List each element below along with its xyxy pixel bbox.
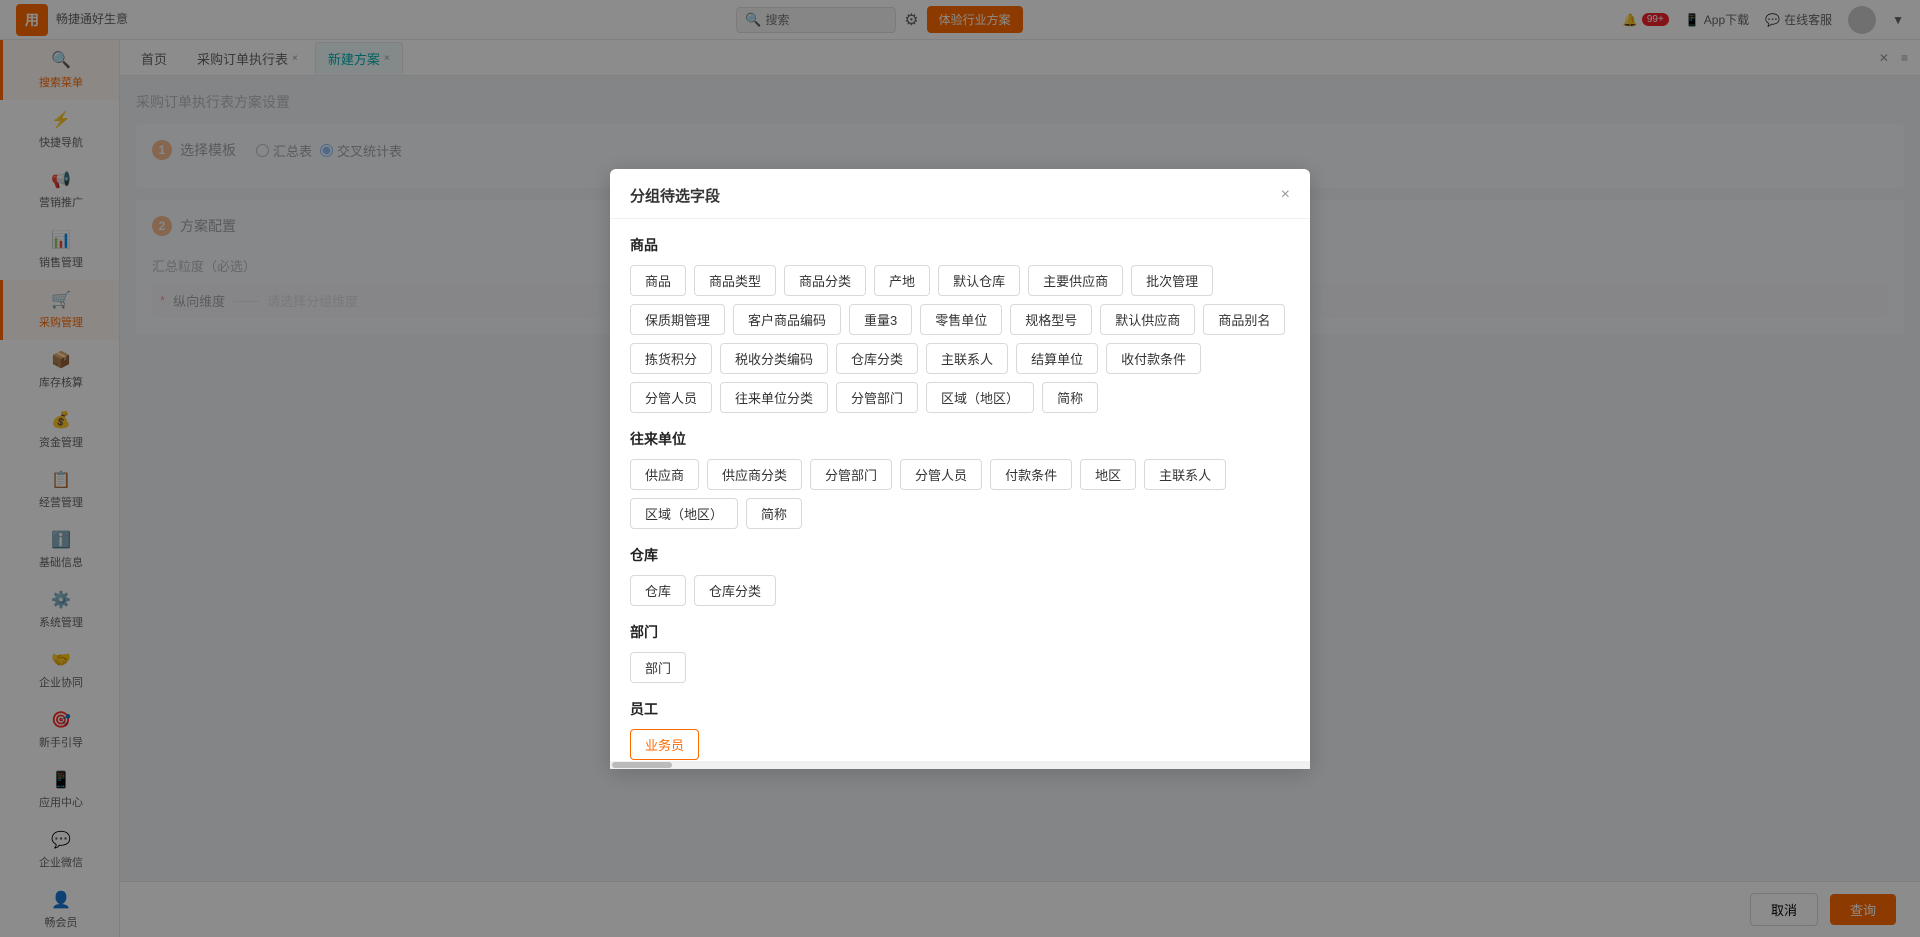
tag-warehouse-cat[interactable]: 仓库分类: [694, 575, 776, 606]
tag-weight3[interactable]: 重量3: [849, 304, 912, 335]
tag-origin[interactable]: 产地: [874, 265, 930, 296]
product-tags: 商品 商品类型 商品分类 产地 默认仓库 主要供应商 批次管理 保质期管理 客户…: [630, 265, 1290, 413]
tag-pick-points[interactable]: 拣货积分: [630, 343, 712, 374]
section-warehouse-title: 仓库: [630, 545, 1290, 565]
partner-tags: 供应商 供应商分类 分管部门 分管人员 付款条件 地区 主联系人 区域（地区） …: [630, 459, 1290, 529]
dept-tags: 部门: [630, 652, 1290, 683]
tag-default-warehouse[interactable]: 默认仓库: [938, 265, 1020, 296]
section-employee: 员工 业务员: [630, 699, 1290, 760]
tag-retail-unit[interactable]: 零售单位: [920, 304, 1002, 335]
modal-title: 分组待选字段: [630, 185, 720, 206]
tag-abbr[interactable]: 简称: [1042, 382, 1098, 413]
tag-supplier-category[interactable]: 供应商分类: [707, 459, 802, 490]
section-partner-title: 往来单位: [630, 429, 1290, 449]
section-product: 商品 商品 商品类型 商品分类 产地 默认仓库 主要供应商 批次管理 保质期管理…: [630, 235, 1290, 413]
tag-dept-mgmt[interactable]: 分管部门: [836, 382, 918, 413]
tag-partner-dept[interactable]: 分管部门: [810, 459, 892, 490]
tag-main-contact[interactable]: 主联系人: [926, 343, 1008, 374]
tag-region[interactable]: 区域（地区）: [926, 382, 1034, 413]
modal-body[interactable]: 商品 商品 商品类型 商品分类 产地 默认仓库 主要供应商 批次管理 保质期管理…: [610, 219, 1310, 761]
modal-header: 分组待选字段 ×: [610, 169, 1310, 219]
tag-payment-terms[interactable]: 收付款条件: [1106, 343, 1201, 374]
tag-product[interactable]: 商品: [630, 265, 686, 296]
section-warehouse: 仓库 仓库 仓库分类: [630, 545, 1290, 606]
tag-partner-abbr[interactable]: 简称: [746, 498, 802, 529]
tag-partner-region[interactable]: 区域（地区）: [630, 498, 738, 529]
warehouse-tags: 仓库 仓库分类: [630, 575, 1290, 606]
tag-payment-cond[interactable]: 付款条件: [990, 459, 1072, 490]
tag-dept[interactable]: 部门: [630, 652, 686, 683]
tag-supplier[interactable]: 供应商: [630, 459, 699, 490]
modal: 分组待选字段 × 商品 商品 商品类型 商品分类 产地 默认仓库 主要供应商 批…: [610, 169, 1310, 769]
section-partner: 往来单位 供应商 供应商分类 分管部门 分管人员 付款条件 地区 主联系人 区域…: [630, 429, 1290, 529]
tag-customer-code[interactable]: 客户商品编码: [733, 304, 841, 335]
tag-settle-unit[interactable]: 结算单位: [1016, 343, 1098, 374]
modal-hscroll[interactable]: [610, 761, 1310, 769]
section-department: 部门 部门: [630, 622, 1290, 683]
tag-partner-contact[interactable]: 主联系人: [1144, 459, 1226, 490]
tag-default-supplier[interactable]: 默认供应商: [1100, 304, 1195, 335]
tag-partner-category[interactable]: 往来单位分类: [720, 382, 828, 413]
tag-product-alias[interactable]: 商品别名: [1203, 304, 1285, 335]
tag-quality-mgmt[interactable]: 保质期管理: [630, 304, 725, 335]
tag-spec-model[interactable]: 规格型号: [1010, 304, 1092, 335]
tag-salesperson[interactable]: 业务员: [630, 729, 699, 760]
tag-batch-mgmt[interactable]: 批次管理: [1131, 265, 1213, 296]
modal-hscroll-thumb: [612, 762, 672, 768]
modal-overlay: 分组待选字段 × 商品 商品 商品类型 商品分类 产地 默认仓库 主要供应商 批…: [0, 0, 1920, 937]
tag-tax-code[interactable]: 税收分类编码: [720, 343, 828, 374]
tag-warehouse-category[interactable]: 仓库分类: [836, 343, 918, 374]
modal-close-button[interactable]: ×: [1281, 186, 1290, 204]
tag-product-category[interactable]: 商品分类: [784, 265, 866, 296]
employee-tags: 业务员: [630, 729, 1290, 760]
tag-area[interactable]: 地区: [1080, 459, 1136, 490]
section-department-title: 部门: [630, 622, 1290, 642]
tag-partner-person[interactable]: 分管人员: [900, 459, 982, 490]
tag-responsible-person[interactable]: 分管人员: [630, 382, 712, 413]
section-product-title: 商品: [630, 235, 1290, 255]
section-employee-title: 员工: [630, 699, 1290, 719]
tag-product-type[interactable]: 商品类型: [694, 265, 776, 296]
tag-warehouse[interactable]: 仓库: [630, 575, 686, 606]
tag-main-supplier[interactable]: 主要供应商: [1028, 265, 1123, 296]
